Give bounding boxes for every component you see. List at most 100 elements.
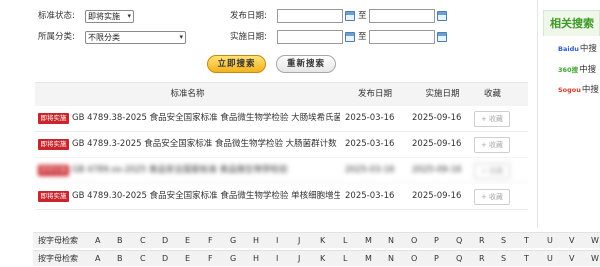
360-logo-icon: 360搜	[558, 66, 579, 74]
letter-link[interactable]: A	[95, 251, 100, 266]
publish-date: 2025-03-16	[345, 139, 395, 149]
category-label: 所属分类:	[38, 32, 75, 42]
publish-date-end-input[interactable]	[369, 9, 435, 23]
letter-link[interactable]: W	[591, 251, 599, 266]
category-select-value: 不限分类	[88, 33, 120, 42]
related-search-text: 中搜	[581, 85, 599, 95]
letter-link[interactable]: L	[343, 251, 347, 266]
search-button[interactable]: 立即搜索	[207, 55, 266, 73]
letter-link[interactable]: K	[320, 233, 325, 248]
implement-date-label: 实施日期:	[230, 32, 267, 42]
table-header: 标准名称 发布日期 实施日期 收藏	[35, 82, 528, 107]
header-collect: 收藏	[483, 89, 501, 99]
calendar-icon[interactable]	[345, 11, 355, 21]
table-row[interactable]: 即将实施 GB 4789.30-2025 食品安全国家标准 食品微生物学检验 单…	[35, 184, 528, 210]
standard-title-link[interactable]: GB 4789.3-2025 食品安全国家标准 食品微生物学检验 大肠菌群计数	[72, 132, 340, 157]
letter-link[interactable]: U	[547, 233, 553, 248]
header-implement-date: 实施日期	[425, 89, 460, 99]
collect-button[interactable]: + 收藏	[474, 189, 510, 205]
publish-date: 2025-03-16	[345, 165, 395, 175]
publish-date-start-input[interactable]	[277, 9, 343, 23]
implement-date: 2025-09-16	[412, 165, 462, 175]
letter-link[interactable]: J	[298, 233, 300, 248]
letter-link[interactable]: S	[501, 233, 506, 248]
letter-link[interactable]: B	[117, 233, 123, 248]
letter-link[interactable]: K	[320, 251, 325, 266]
letter-link[interactable]: O	[411, 251, 417, 266]
letter-link[interactable]: C	[140, 233, 146, 248]
letter-link[interactable]: I	[276, 233, 278, 248]
letter-link[interactable]: Q	[456, 233, 462, 248]
letter-link[interactable]: V	[569, 233, 574, 248]
letter-link[interactable]: F	[208, 251, 213, 266]
table-row[interactable]: 即将实施 GB 4789.38-2025 食品安全国家标准 食品微生物学检验 大…	[35, 106, 528, 132]
letter-index-label: 按字母检索	[38, 254, 78, 263]
category-select[interactable]: 不限分类 ▾	[85, 31, 186, 44]
status-badge: 即将实施	[38, 191, 69, 202]
reset-button[interactable]: 重新搜索	[276, 55, 336, 73]
letter-link[interactable]: M	[365, 251, 372, 266]
collect-button[interactable]: + 收藏	[474, 111, 510, 127]
letter-link[interactable]: R	[479, 251, 485, 266]
calendar-icon[interactable]	[437, 11, 447, 21]
letter-link[interactable]: T	[524, 251, 529, 266]
letter-link[interactable]: G	[230, 251, 236, 266]
collect-button[interactable]: + 收藏	[474, 163, 510, 179]
letter-link[interactable]: P	[434, 233, 439, 248]
letter-link[interactable]: S	[501, 251, 506, 266]
collect-button[interactable]: + 收藏	[474, 137, 510, 153]
letter-link[interactable]: U	[547, 251, 553, 266]
implement-date-end-input[interactable]	[369, 30, 435, 44]
implement-date: 2025-09-16	[412, 113, 462, 123]
standard-title-link[interactable]: GB 4789.30-2025 食品安全国家标准 食品微生物学检验 单核细胞增生	[72, 184, 340, 209]
status-badge: 即将实施	[38, 139, 69, 150]
search-panel: 标准状态: 即将实施 ▾ 所属分类: 不限分类 ▾ 发布日期: 至 实施日期: …	[0, 0, 538, 228]
status-select-value: 即将实施	[88, 12, 120, 21]
letter-link[interactable]: D	[162, 233, 168, 248]
calendar-icon[interactable]	[437, 32, 447, 42]
to-label: 至	[358, 11, 367, 21]
letter-link[interactable]: W	[591, 233, 599, 248]
status-select[interactable]: 即将实施 ▾	[85, 10, 134, 23]
letter-link[interactable]: I	[276, 251, 278, 266]
letter-index-bar: 按字母检索 A B C D E F G H I J K L M N O P Q …	[33, 232, 600, 248]
letter-link[interactable]: M	[365, 233, 372, 248]
letter-link[interactable]: E	[185, 251, 190, 266]
publish-date: 2025-03-16	[345, 113, 395, 123]
letter-link[interactable]: Q	[456, 251, 462, 266]
letter-link[interactable]: F	[208, 233, 213, 248]
related-search-item[interactable]: Baidu中搜	[558, 43, 597, 55]
letter-link[interactable]: H	[253, 251, 259, 266]
letter-link[interactable]: V	[569, 251, 574, 266]
letter-link[interactable]: N	[388, 251, 394, 266]
related-search-text: 中搜	[579, 65, 597, 75]
letter-link[interactable]: H	[253, 233, 259, 248]
letter-link[interactable]: A	[95, 233, 100, 248]
sidebar-title: 相关搜索	[543, 10, 600, 36]
letter-link[interactable]: G	[230, 233, 236, 248]
letter-link[interactable]: R	[479, 233, 485, 248]
baidu-logo-icon: Baidu	[558, 45, 579, 53]
standard-title-link[interactable]: GB 4789.38-2025 食品安全国家标准 食品微生物学检验 大肠埃希氏菌	[72, 106, 340, 131]
calendar-icon[interactable]	[345, 32, 355, 42]
letter-link[interactable]: D	[162, 251, 168, 266]
letter-link[interactable]: C	[140, 251, 146, 266]
letter-link[interactable]: N	[388, 233, 394, 248]
letter-link[interactable]: T	[524, 233, 529, 248]
standard-title-link[interactable]: GB 4789.xx-2025 食品安全国家标准 食品微生物学检验	[72, 158, 340, 183]
table-row[interactable]: 即将实施 GB 4789.xx-2025 食品安全国家标准 食品微生物学检验 2…	[35, 158, 528, 184]
table-row[interactable]: 即将实施 GB 4789.3-2025 食品安全国家标准 食品微生物学检验 大肠…	[35, 132, 528, 158]
related-search-text: 中搜	[579, 44, 597, 54]
letter-link[interactable]: O	[411, 233, 417, 248]
chevron-down-icon: ▾	[127, 12, 131, 20]
related-search-item[interactable]: Sogou中搜	[558, 84, 599, 96]
letter-link[interactable]: L	[343, 233, 347, 248]
related-search-item[interactable]: 360搜中搜	[558, 64, 596, 76]
letter-link[interactable]: B	[117, 251, 123, 266]
letter-link[interactable]: P	[434, 251, 439, 266]
implement-date-start-input[interactable]	[277, 30, 343, 44]
sogou-logo-icon: Sogou	[558, 86, 581, 94]
implement-date: 2025-09-16	[412, 191, 462, 201]
letter-link[interactable]: E	[185, 233, 190, 248]
letter-link[interactable]: J	[298, 251, 300, 266]
